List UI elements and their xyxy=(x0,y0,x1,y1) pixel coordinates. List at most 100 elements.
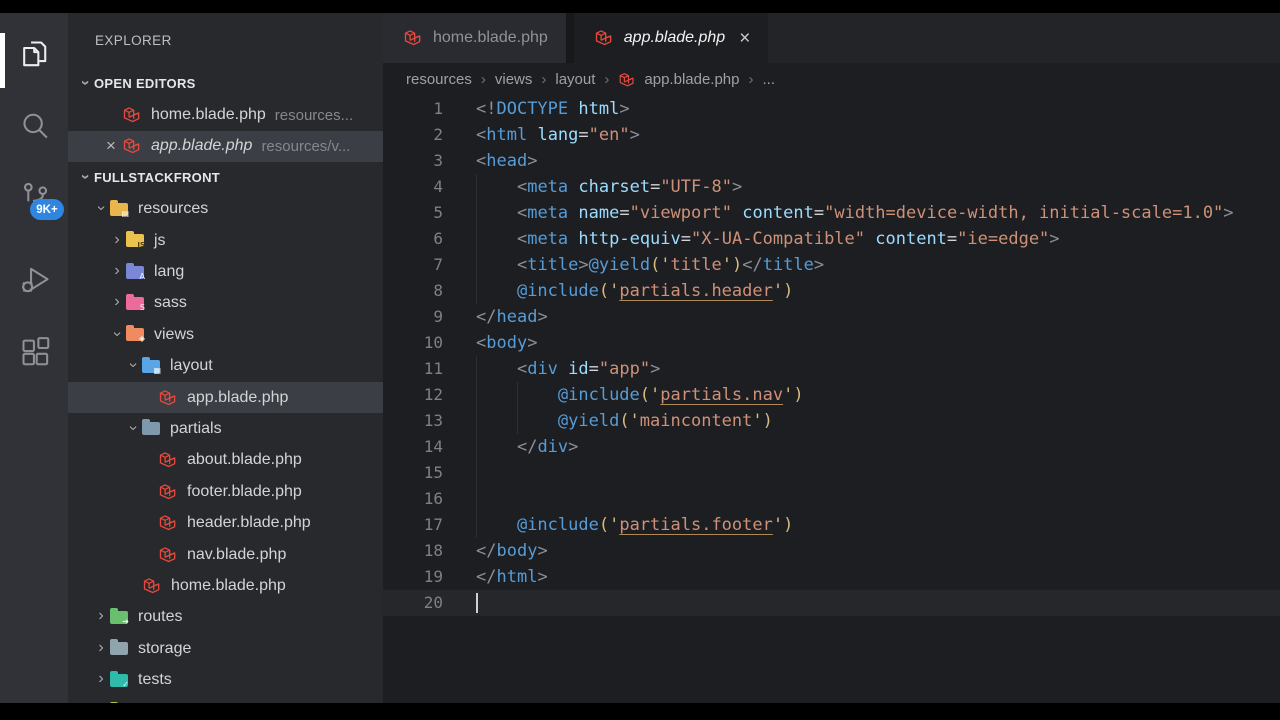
tree-folder-storage[interactable]: › storage xyxy=(68,633,383,664)
code-line-9[interactable]: 9 </head> xyxy=(383,304,1280,330)
open-editors-list: home.blade.php resources... × app.blade.php… xyxy=(68,99,383,163)
chevron-down-icon: › xyxy=(125,425,142,431)
line-text: @include('partials.header') xyxy=(516,281,794,301)
code-line-14[interactable]: 14 </div> xyxy=(383,434,1280,460)
code-line-15[interactable]: 15 xyxy=(383,460,1280,486)
breadcrumb-item-views[interactable]: views xyxy=(495,71,533,88)
chevron-right-icon: › xyxy=(114,293,120,311)
file-name: home.blade.php xyxy=(151,106,266,124)
explorer-activity-button[interactable] xyxy=(0,21,68,85)
line-number: 12 xyxy=(423,385,443,404)
text-cursor xyxy=(476,593,478,613)
line-text: <meta http-equiv="X-UA-Compatible" conte… xyxy=(516,229,1060,249)
line-text: <body> xyxy=(476,333,538,353)
tab-divider xyxy=(565,13,574,63)
chevron-right-icon: › xyxy=(98,670,104,688)
source-control-activity-button[interactable]: 9K+ xyxy=(0,163,68,227)
tree-folder-layout[interactable]: › ▦ layout xyxy=(68,351,383,382)
breadcrumb-item-resources[interactable]: resources xyxy=(406,71,472,88)
code-line-6[interactable]: 6 <meta http-equiv="X-UA-Compatible" con… xyxy=(383,226,1280,252)
chevron-down-icon: › xyxy=(109,331,126,337)
code-line-5[interactable]: 5 <meta name="viewport" content="width=d… xyxy=(383,200,1280,226)
folder-icon: A xyxy=(126,262,145,281)
tab-home.blade.php[interactable]: home.blade.php xyxy=(383,13,566,63)
folder-icon xyxy=(110,639,128,656)
open-editor-item-home.blade.php[interactable]: home.blade.php resources... xyxy=(68,99,383,130)
tree-file-nav.blade.php[interactable]: nav.blade.php xyxy=(68,539,383,570)
tree-folder-resources[interactable]: › ▤ resources xyxy=(68,194,383,225)
folder-glyph: JS xyxy=(137,241,145,250)
folder-glyph: A xyxy=(139,271,145,281)
tree-file-header.blade.php[interactable]: header.blade.php xyxy=(68,507,383,538)
line-number: 2 xyxy=(433,125,443,144)
code-line-10[interactable]: 10 <body> xyxy=(383,330,1280,356)
run-debug-activity-button[interactable] xyxy=(0,246,68,310)
debug-play-bug-icon xyxy=(21,267,49,292)
breadcrumb-label: app.blade.php xyxy=(644,71,740,88)
tree-folder-sass[interactable]: › Ssass xyxy=(68,288,383,319)
tree-folder-partials[interactable]: › partials xyxy=(68,413,383,444)
breadcrumb-label: ... xyxy=(762,71,776,88)
breadcrumb-item-layout[interactable]: layout xyxy=(555,71,595,88)
tree-folder-lang[interactable]: › Alang xyxy=(68,256,383,287)
code-line-19[interactable]: 19 </html> xyxy=(383,564,1280,590)
files-icon xyxy=(22,40,46,66)
tree-folder-js[interactable]: › JS js xyxy=(68,225,383,256)
chevron-down-icon: › xyxy=(125,362,142,368)
folder-glyph: ✓ xyxy=(122,679,129,689)
code-line-8[interactable]: 8 @include('partials.header') xyxy=(383,278,1280,304)
breadcrumb-item-app.blade.php[interactable]: app.blade.php xyxy=(618,71,740,89)
folder-glyph: ▤ xyxy=(121,208,129,218)
code-editor[interactable]: 1 <!DOCTYPE html> 2 <html lang="en"> 3 <head>… xyxy=(383,96,1280,703)
code-line-18[interactable]: 18 </body> xyxy=(383,538,1280,564)
code-line-3[interactable]: 3 <head> xyxy=(383,148,1280,174)
tree-item-label: header.blade.php xyxy=(187,514,311,532)
tree-folder-tests[interactable]: › ✓ tests xyxy=(68,664,383,695)
code-line-2[interactable]: 2 <html lang="en"> xyxy=(383,122,1280,148)
extensions-activity-button[interactable] xyxy=(0,318,68,382)
tree-item-label: routes xyxy=(138,608,183,626)
folder-glyph: ◈ xyxy=(138,334,145,344)
tree-folder-partial[interactable]: › xyxy=(68,696,383,703)
tree-item-label: home.blade.php xyxy=(171,576,286,594)
line-number: 18 xyxy=(423,541,443,560)
tree-folder-routes[interactable]: › ➔ routes xyxy=(68,602,383,633)
code-line-20[interactable]: 20 xyxy=(383,590,1280,616)
activity-bar: 9K+ xyxy=(0,13,68,703)
breadcrumb-label: layout xyxy=(555,71,596,88)
open-editors-header[interactable]: › OPEN EDITORS xyxy=(68,68,383,99)
line-text: <meta name="viewport" content="width=dev… xyxy=(516,203,1234,223)
line-number: 15 xyxy=(423,463,443,482)
tree-item-label: storage xyxy=(138,639,192,657)
code-line-4[interactable]: 4 <meta charset="UTF-8"> xyxy=(383,174,1280,200)
code-line-7[interactable]: 7 <title>@yield('title')</title> xyxy=(383,252,1280,278)
code-line-16[interactable]: 16 xyxy=(383,486,1280,512)
tree-file-footer.blade.php[interactable]: footer.blade.php xyxy=(68,476,383,507)
tree-file-app.blade.php[interactable]: app.blade.php xyxy=(68,381,383,414)
tree-item-label: partials xyxy=(170,419,222,437)
code-line-12[interactable]: 12 @include('partials.nav') xyxy=(383,382,1280,408)
code-line-13[interactable]: 13 @yield('maincontent') xyxy=(383,408,1280,434)
line-text: @include('partials.footer') xyxy=(516,515,794,535)
line-text: </html> xyxy=(476,567,548,587)
breadcrumb-item-...[interactable]: ... xyxy=(763,71,776,88)
chevron-down-icon: › xyxy=(77,174,94,180)
search-activity-button[interactable] xyxy=(0,93,68,157)
tree-file-about.blade.php[interactable]: about.blade.php xyxy=(68,445,383,476)
code-line-1[interactable]: 1 <!DOCTYPE html> xyxy=(383,96,1280,122)
workspace-root-header[interactable]: › FULLSTACKFRONT xyxy=(68,162,383,193)
laravel-blade-icon xyxy=(403,28,423,48)
code-line-11[interactable]: 11 <div id="app"> xyxy=(383,356,1280,382)
tree-file-home.blade.php[interactable]: home.blade.php xyxy=(68,570,383,601)
tree-item-label: about.blade.php xyxy=(187,451,302,469)
close-icon[interactable]: × xyxy=(100,136,122,156)
folder-icon: ➔ xyxy=(110,607,129,626)
folder-glyph: ➔ xyxy=(122,616,129,626)
code-line-17[interactable]: 17 @include('partials.footer') xyxy=(383,512,1280,538)
close-icon[interactable]: × xyxy=(739,29,750,48)
tab-app.blade.php[interactable]: app.blade.php × xyxy=(573,13,769,63)
indent-guide xyxy=(476,486,477,512)
tree-folder-views[interactable]: › ◈ views xyxy=(68,319,383,350)
file-path: resources/v... xyxy=(261,137,351,155)
open-editor-item-app.blade.php[interactable]: × app.blade.php resources/v... xyxy=(68,130,383,163)
